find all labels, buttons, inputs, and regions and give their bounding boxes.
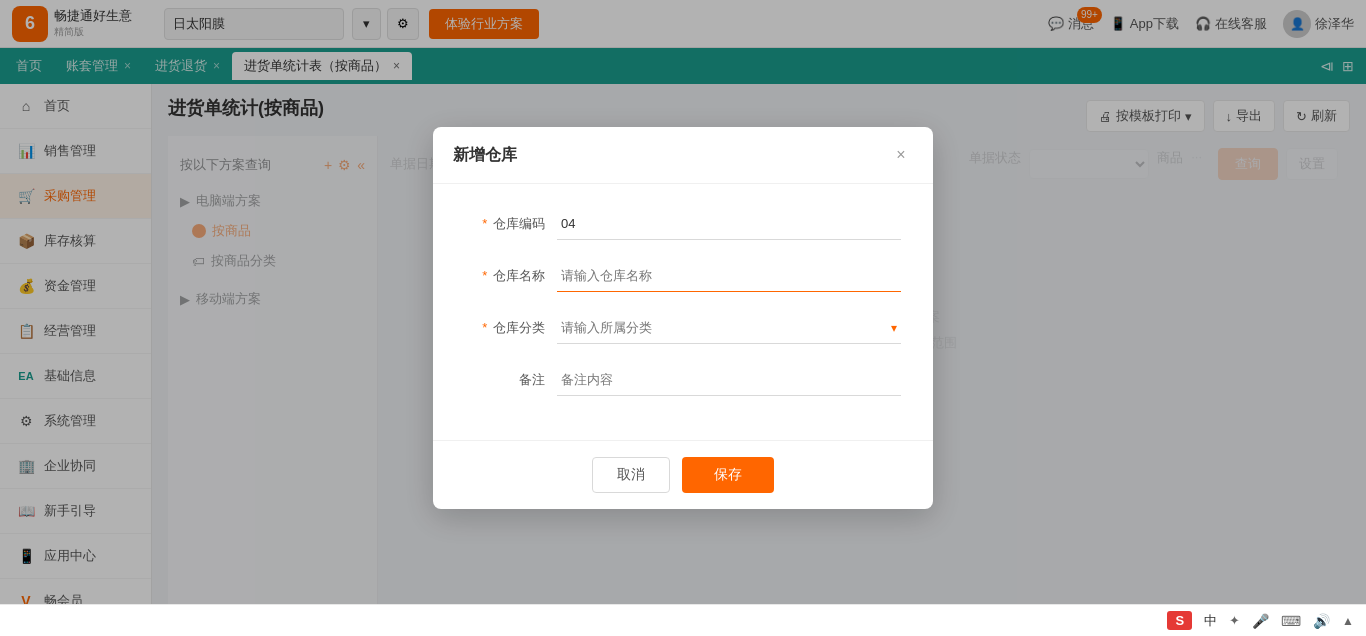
bottom-bar: S 中 ✦ 🎤 ⌨ 🔊 ▲ [0, 604, 1366, 636]
add-warehouse-modal: 新增仓库 × * 仓库编码 * 仓库名称 [433, 127, 933, 509]
modal-header: 新增仓库 × [433, 127, 933, 184]
remark-label: 备注 [465, 371, 545, 389]
modal-close-btn[interactable]: × [889, 143, 913, 167]
code-label: * 仓库编码 [465, 215, 545, 233]
save-btn[interactable]: 保存 [682, 457, 774, 493]
cancel-btn[interactable]: 取消 [592, 457, 670, 493]
category-dropdown-icon: ▾ [891, 321, 897, 335]
form-row-name: * 仓库名称 [465, 260, 901, 292]
remark-input[interactable] [557, 364, 901, 396]
bottom-arrow-icon[interactable]: ▲ [1342, 614, 1354, 628]
category-input[interactable] [557, 312, 901, 344]
code-input[interactable] [557, 208, 901, 240]
name-label: * 仓库名称 [465, 267, 545, 285]
modal-overlay[interactable]: 新增仓库 × * 仓库编码 * 仓库名称 [0, 0, 1366, 636]
form-row-remark: 备注 [465, 364, 901, 396]
form-row-code: * 仓库编码 [465, 208, 901, 240]
modal-title: 新增仓库 [453, 145, 517, 166]
name-input[interactable] [557, 260, 901, 292]
category-select-wrapper: ▾ [557, 312, 901, 344]
bottom-keyboard-icon[interactable]: ⌨ [1281, 613, 1301, 629]
modal-body: * 仓库编码 * 仓库名称 * 仓库分类 [433, 184, 933, 440]
category-label: * 仓库分类 [465, 319, 545, 337]
bottom-speaker-icon[interactable]: 🔊 [1313, 613, 1330, 629]
bottom-chinese-icon[interactable]: 中 [1204, 612, 1217, 630]
form-row-category: * 仓库分类 ▾ [465, 312, 901, 344]
bottom-logo-s: S [1167, 611, 1192, 630]
bottom-mic-icon[interactable]: 🎤 [1252, 613, 1269, 629]
bottom-dot-icon[interactable]: ✦ [1229, 613, 1240, 628]
modal-footer: 取消 保存 [433, 440, 933, 509]
